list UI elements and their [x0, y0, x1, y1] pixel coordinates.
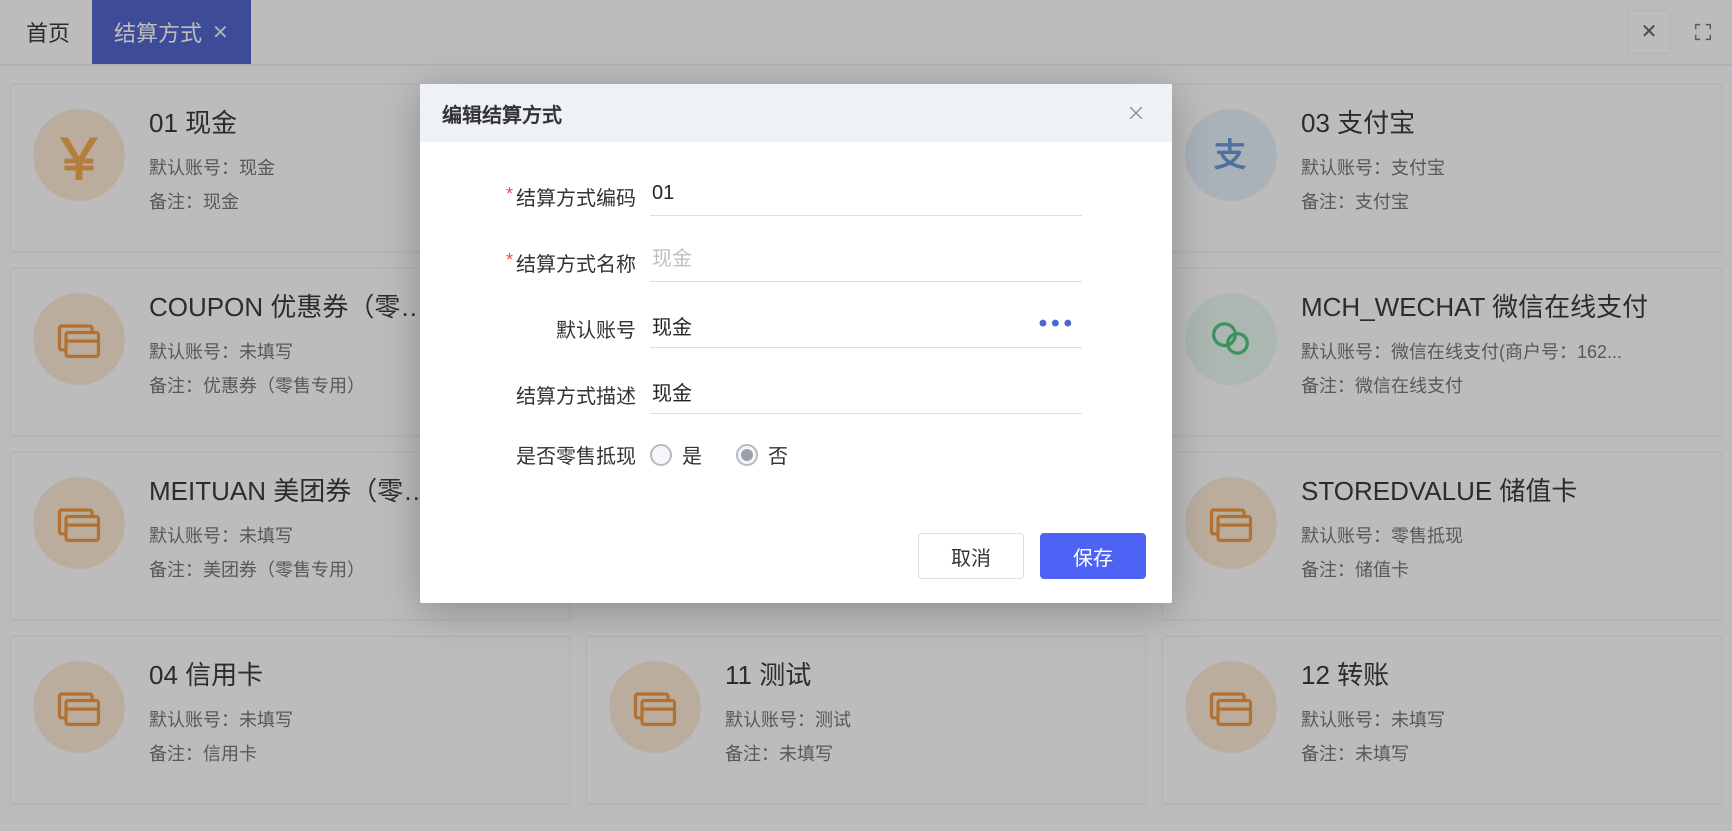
code-input[interactable] — [650, 176, 1082, 216]
cancel-button[interactable]: 取消 — [918, 533, 1024, 579]
close-icon — [1126, 103, 1146, 123]
cancel-button-label: 取消 — [951, 542, 991, 571]
label-desc: 结算方式描述 — [450, 380, 650, 409]
retail-no-label: 否 — [768, 440, 788, 469]
label-name: 结算方式名称 — [450, 248, 650, 277]
modal-body: 结算方式编码 结算方式名称 默认账号 ••• 结算方式描述 是 否 — [420, 142, 1172, 515]
row-desc: 结算方式描述 — [450, 374, 1082, 414]
retail-radio-group: 是 否 — [650, 440, 1082, 469]
row-code: 结算方式编码 — [450, 176, 1082, 216]
modal-close-button[interactable] — [1122, 99, 1150, 127]
row-retail: 是否零售抵现 是 否 — [450, 440, 1082, 469]
lookup-icon[interactable]: ••• — [1039, 310, 1076, 338]
modal-title: 编辑结算方式 — [442, 99, 562, 128]
modal-header: 编辑结算方式 — [420, 84, 1172, 142]
label-retail: 是否零售抵现 — [450, 440, 650, 469]
retail-yes-radio[interactable]: 是 — [650, 440, 702, 469]
row-name: 结算方式名称 — [450, 242, 1082, 282]
label-account: 默认账号 — [450, 314, 650, 343]
radio-icon — [736, 444, 758, 466]
radio-icon — [650, 444, 672, 466]
retail-yes-label: 是 — [682, 440, 702, 469]
save-button-label: 保存 — [1073, 542, 1113, 571]
default-account-input[interactable] — [650, 308, 1082, 348]
retail-no-radio[interactable]: 否 — [736, 440, 788, 469]
save-button[interactable]: 保存 — [1040, 533, 1146, 579]
name-input[interactable] — [650, 242, 1082, 282]
row-account: 默认账号 ••• — [450, 308, 1082, 348]
edit-settlement-modal: 编辑结算方式 结算方式编码 结算方式名称 默认账号 ••• 结算方式描述 — [420, 84, 1172, 603]
desc-input[interactable] — [650, 374, 1082, 414]
modal-footer: 取消 保存 — [420, 515, 1172, 603]
label-code: 结算方式编码 — [450, 182, 650, 211]
